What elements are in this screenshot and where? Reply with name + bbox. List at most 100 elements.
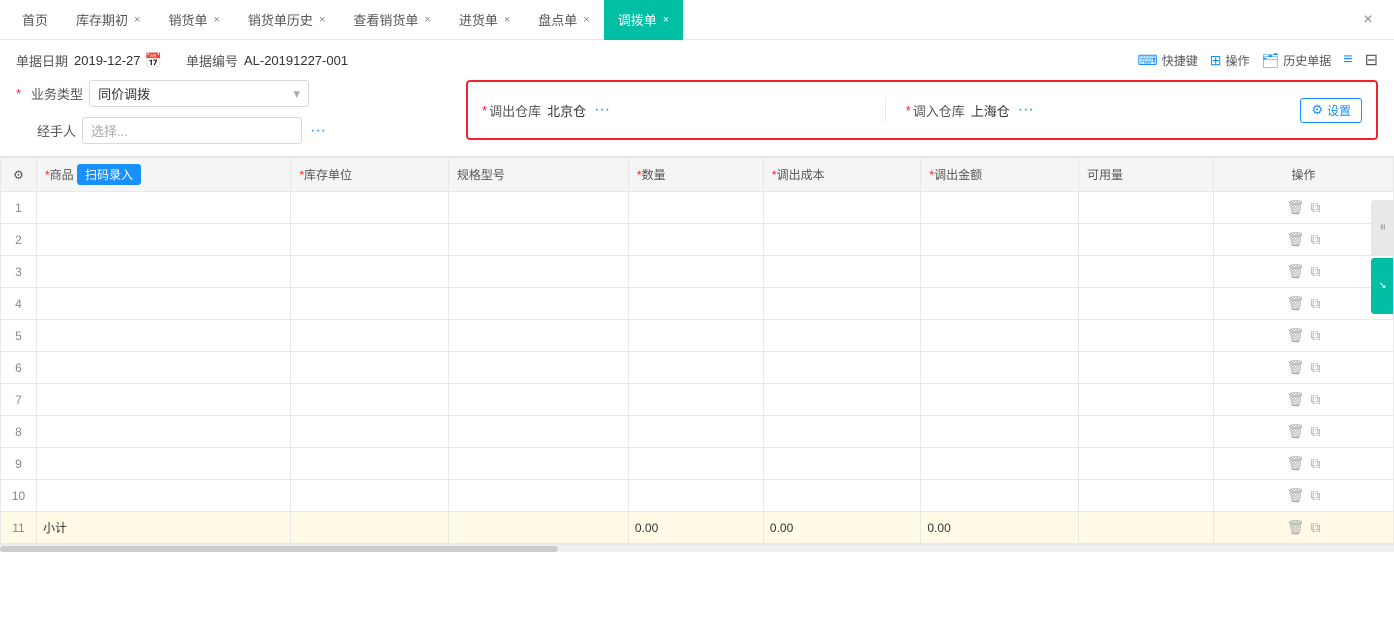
history-btn[interactable]: 🗂 历史单据	[1261, 52, 1331, 69]
row-qty[interactable]	[628, 384, 763, 416]
row-qty[interactable]	[628, 320, 763, 352]
row-cost[interactable]	[763, 256, 921, 288]
row-amount[interactable]	[921, 352, 1079, 384]
copy-icon[interactable]: ⧉	[1310, 519, 1320, 536]
tab-close-icon[interactable]: ×	[424, 14, 430, 26]
tab-transfer[interactable]: 调拨单 ×	[604, 0, 683, 40]
tab-view-sales[interactable]: 查看销货单 ×	[339, 0, 444, 40]
row-avail[interactable]	[1078, 320, 1213, 352]
row-spec[interactable]	[448, 352, 628, 384]
row-spec[interactable]	[448, 256, 628, 288]
copy-icon[interactable]: ⧉	[1310, 359, 1320, 376]
tab-close-icon[interactable]: ×	[134, 14, 140, 26]
scrollbar-thumb[interactable]	[0, 546, 558, 552]
row-spec[interactable]	[448, 224, 628, 256]
copy-icon[interactable]: ⧉	[1310, 263, 1320, 280]
row-unit[interactable]	[291, 192, 449, 224]
tab-close-icon[interactable]: ×	[583, 14, 589, 26]
row-unit[interactable]	[291, 224, 449, 256]
delete-icon[interactable]: 🗑	[1287, 519, 1305, 536]
row-product[interactable]	[37, 288, 291, 320]
row-avail[interactable]	[1078, 416, 1213, 448]
out-warehouse-value[interactable]: 北京仓	[547, 101, 586, 120]
tab-inventory-init[interactable]: 库存期初 ×	[62, 0, 154, 40]
operations-btn[interactable]: ⊞ 操作	[1210, 52, 1250, 69]
delete-icon[interactable]: 🗑	[1287, 199, 1305, 216]
row-amount[interactable]	[921, 480, 1079, 512]
delete-icon[interactable]: 🗑	[1287, 391, 1305, 408]
row-qty[interactable]	[628, 416, 763, 448]
th-gear[interactable]: ⚙	[1, 158, 37, 192]
copy-icon[interactable]: ⧉	[1310, 295, 1320, 312]
delete-icon[interactable]: 🗑	[1287, 487, 1305, 504]
copy-icon[interactable]: ⧉	[1310, 327, 1320, 344]
row-amount[interactable]	[921, 384, 1079, 416]
row-cost[interactable]	[763, 224, 921, 256]
copy-icon[interactable]: ⧉	[1310, 391, 1320, 408]
row-qty[interactable]	[628, 224, 763, 256]
settings-btn[interactable]: ⚙ 设置	[1300, 98, 1362, 123]
tab-purchase[interactable]: 进货单 ×	[445, 0, 524, 40]
agent-select[interactable]: 选择...	[82, 117, 302, 144]
row-spec[interactable]	[448, 320, 628, 352]
delete-icon[interactable]: 🗑	[1287, 263, 1305, 280]
layout-btn-1[interactable]: ≡	[1343, 51, 1352, 69]
tab-stocktake[interactable]: 盘点单 ×	[524, 0, 603, 40]
row-cost[interactable]	[763, 448, 921, 480]
tab-close-icon[interactable]: ×	[213, 14, 219, 26]
row-unit[interactable]	[291, 352, 449, 384]
row-unit[interactable]	[291, 480, 449, 512]
copy-icon[interactable]: ⧉	[1310, 487, 1320, 504]
row-spec[interactable]	[448, 416, 628, 448]
row-qty[interactable]	[628, 352, 763, 384]
row-cost[interactable]	[763, 320, 921, 352]
scan-button[interactable]: 扫码录入	[77, 164, 141, 185]
copy-icon[interactable]: ⧉	[1310, 423, 1320, 440]
delete-icon[interactable]: 🗑	[1287, 423, 1305, 440]
tab-close-icon[interactable]: ×	[504, 14, 510, 26]
row-unit[interactable]	[291, 384, 449, 416]
sidebar-doc-btn[interactable]: ≡	[1371, 200, 1393, 256]
row-product[interactable]	[37, 448, 291, 480]
copy-icon[interactable]: ⧉	[1310, 199, 1320, 216]
row-unit[interactable]	[291, 288, 449, 320]
row-cost[interactable]	[763, 288, 921, 320]
sidebar-expand-btn[interactable]: ↗	[1371, 258, 1393, 314]
row-spec[interactable]	[448, 384, 628, 416]
delete-icon[interactable]: 🗑	[1287, 327, 1305, 344]
row-cost[interactable]	[763, 384, 921, 416]
row-cost[interactable]	[763, 192, 921, 224]
tab-home[interactable]: 首页	[8, 0, 62, 40]
tab-sales[interactable]: 销货单 ×	[154, 0, 233, 40]
tab-sales-history[interactable]: 销货单历史 ×	[234, 0, 339, 40]
delete-icon[interactable]: 🗑	[1287, 231, 1305, 248]
shortcuts-btn[interactable]: ⌨ 快捷键	[1137, 52, 1197, 69]
row-avail[interactable]	[1078, 448, 1213, 480]
delete-icon[interactable]: 🗑	[1287, 359, 1305, 376]
tab-close-icon[interactable]: ×	[319, 14, 325, 26]
row-unit[interactable]	[291, 416, 449, 448]
tab-close-icon[interactable]: ×	[663, 14, 669, 26]
doc-num-value[interactable]: AL-20191227-001	[244, 53, 348, 68]
delete-icon[interactable]: 🗑	[1287, 295, 1305, 312]
row-avail[interactable]	[1078, 256, 1213, 288]
copy-icon[interactable]: ⧉	[1310, 231, 1320, 248]
row-amount[interactable]	[921, 192, 1079, 224]
row-amount[interactable]	[921, 224, 1079, 256]
row-avail[interactable]	[1078, 480, 1213, 512]
row-avail[interactable]	[1078, 192, 1213, 224]
row-product[interactable]	[37, 320, 291, 352]
row-cost[interactable]	[763, 352, 921, 384]
row-product[interactable]	[37, 480, 291, 512]
doc-date-value[interactable]: 2019-12-27	[74, 53, 141, 68]
row-spec[interactable]	[448, 480, 628, 512]
row-qty[interactable]	[628, 288, 763, 320]
agent-more-btn[interactable]: ···	[310, 122, 326, 140]
row-product[interactable]	[37, 256, 291, 288]
row-product[interactable]	[37, 416, 291, 448]
row-spec[interactable]	[448, 192, 628, 224]
row-product[interactable]	[37, 384, 291, 416]
row-avail[interactable]	[1078, 384, 1213, 416]
row-qty[interactable]	[628, 192, 763, 224]
row-amount[interactable]	[921, 448, 1079, 480]
